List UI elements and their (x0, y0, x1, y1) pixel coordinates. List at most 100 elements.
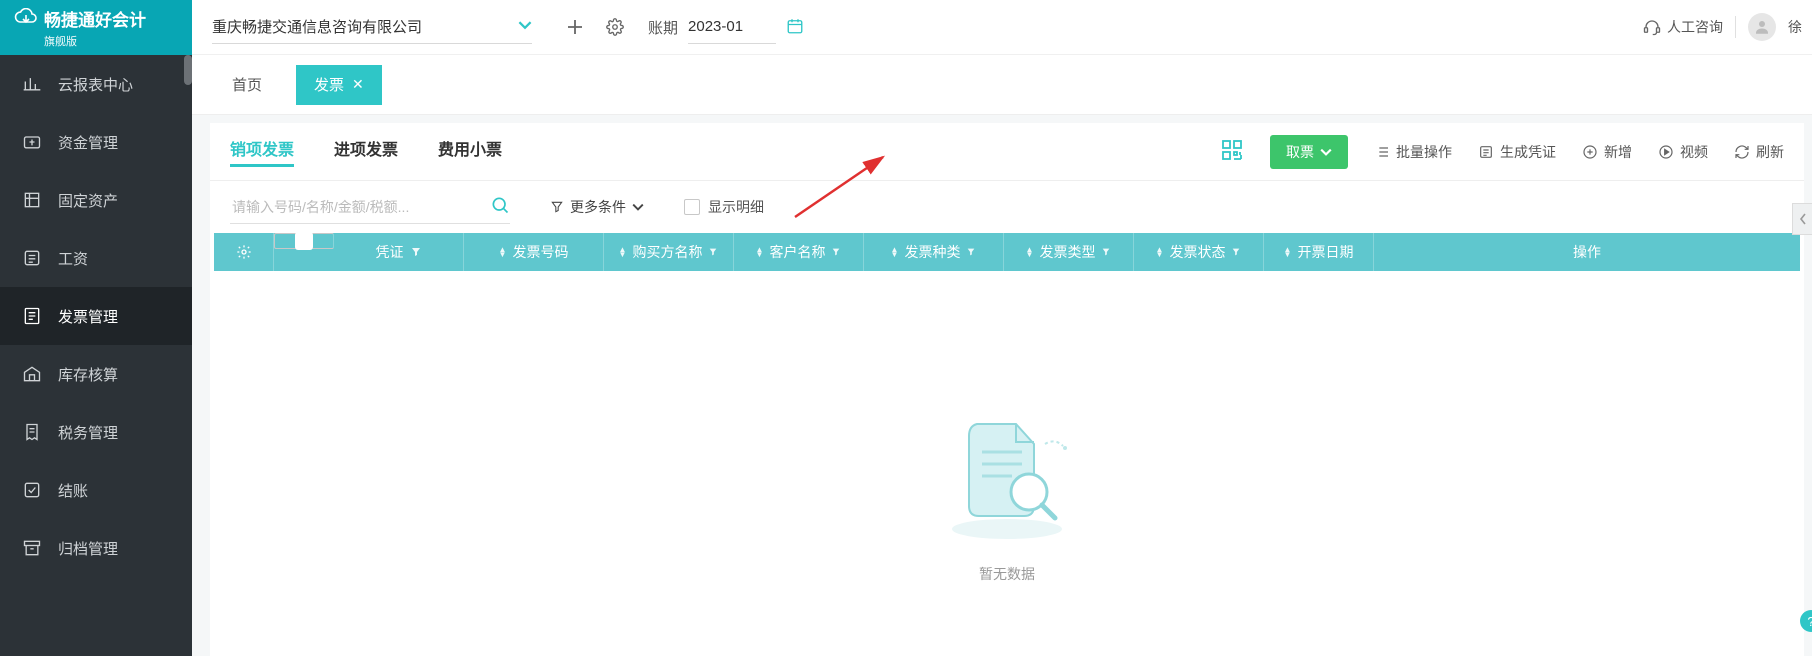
filter-icon (550, 200, 564, 214)
sidebar-item-fund[interactable]: 资金管理 (0, 113, 192, 171)
avatar[interactable] (1748, 13, 1776, 41)
sidebar: 云报表中心资金管理固定资产工资发票管理库存核算税务管理结账归档管理 (0, 55, 192, 656)
page-tab-home[interactable]: 首页 (214, 65, 280, 105)
right-drawer-handle[interactable] (1792, 203, 1812, 235)
col-operation: 操作 (1374, 233, 1800, 271)
invoice-tab-row: 销项发票 进项发票 费用小票 取票 批量操作 (210, 123, 1804, 181)
refresh-icon (1734, 144, 1750, 160)
list-icon (1374, 144, 1390, 160)
sort-icon: ▲▼ (1284, 247, 1292, 257)
sort-icon: ▲▼ (1026, 247, 1034, 257)
brand-edition: 旗舰版 (44, 33, 192, 49)
period-value[interactable]: 2023-01 (688, 10, 776, 44)
col-kind[interactable]: ▲▼ 发票种类 (864, 233, 1004, 271)
sort-icon: ▲▼ (891, 247, 899, 257)
company-selector[interactable]: 重庆畅捷交通信息咨询有限公司 (212, 10, 532, 44)
funnel-icon (1101, 247, 1111, 257)
sort-icon: ▲▼ (1156, 247, 1164, 257)
col-buyer[interactable]: ▲▼ 购买方名称 (604, 233, 734, 271)
voucher-icon (1478, 144, 1494, 160)
funnel-icon (831, 247, 841, 257)
plus-circle-icon (1582, 144, 1598, 160)
search-input[interactable] (230, 198, 490, 216)
batch-button[interactable]: 批量操作 (1374, 142, 1452, 162)
checkbox-icon (684, 199, 700, 215)
search-icon[interactable] (490, 195, 510, 218)
gen-voucher-button[interactable]: 生成凭证 (1478, 142, 1556, 162)
sidebar-item-label: 结账 (58, 480, 88, 501)
sidebar-item-label: 固定资产 (58, 190, 118, 211)
refresh-button[interactable]: 刷新 (1734, 142, 1784, 162)
select-all-checkbox[interactable] (274, 233, 334, 249)
divider (1735, 16, 1736, 38)
table-header: 凭证 ▲▼ 发票号码 ▲▼ 购买方名称 ▲▼ 客户名称 ▲▼ 发票种类 (214, 233, 1800, 271)
add-button[interactable]: 新增 (1582, 142, 1632, 162)
column-settings-button[interactable] (214, 233, 274, 271)
sidebar-item-label: 税务管理 (58, 422, 118, 443)
qr-scan-button[interactable] (1220, 138, 1244, 165)
col-customer[interactable]: ▲▼ 客户名称 (734, 233, 864, 271)
support-button[interactable]: 人工咨询 (1643, 17, 1723, 37)
col-date[interactable]: ▲▼ 开票日期 (1264, 233, 1374, 271)
fetch-invoice-button[interactable]: 取票 (1270, 135, 1348, 169)
funnel-icon (1231, 247, 1241, 257)
sidebar-item-asset[interactable]: 固定资产 (0, 171, 192, 229)
support-label: 人工咨询 (1667, 17, 1723, 37)
play-circle-icon (1658, 144, 1674, 160)
brand-area: 畅捷通好会计 旗舰版 (0, 0, 192, 55)
page-tab-label: 发票 (314, 74, 344, 95)
sidebar-item-label: 发票管理 (58, 306, 118, 327)
sidebar-scrollbar[interactable] (184, 55, 192, 85)
subtab-sales[interactable]: 销项发票 (230, 136, 294, 167)
chevron-down-icon (632, 201, 644, 213)
funnel-icon (410, 246, 422, 258)
sidebar-item-label: 归档管理 (58, 538, 118, 559)
top-header: 畅捷通好会计 旗舰版 重庆畅捷交通信息咨询有限公司 账期 2023-01 人工咨… (0, 0, 1812, 55)
chevron-down-icon (518, 18, 532, 36)
col-status[interactable]: ▲▼ 发票状态 (1134, 233, 1264, 271)
empty-text: 暂无数据 (979, 564, 1035, 584)
sidebar-item-salary[interactable]: 工资 (0, 229, 192, 287)
close-icon[interactable]: ✕ (352, 76, 364, 93)
sidebar-item-close[interactable]: 结账 (0, 461, 192, 519)
funnel-icon (966, 247, 976, 257)
calendar-icon[interactable] (786, 17, 804, 38)
period-label: 账期 (648, 17, 678, 38)
sidebar-item-label: 资金管理 (58, 132, 118, 153)
show-detail-checkbox[interactable]: 显示明细 (684, 197, 764, 217)
gear-icon (236, 244, 252, 260)
col-voucher[interactable]: 凭证 (334, 233, 464, 271)
subtab-purchase[interactable]: 进项发票 (334, 136, 398, 167)
sidebar-item-stock[interactable]: 库存核算 (0, 345, 192, 403)
sort-icon: ▲▼ (619, 247, 627, 257)
page-tab-invoice[interactable]: 发票 ✕ (296, 65, 382, 105)
sidebar-item-label: 库存核算 (58, 364, 118, 385)
more-filter-button[interactable]: 更多条件 (550, 197, 644, 217)
col-number[interactable]: ▲▼ 发票号码 (464, 233, 604, 271)
search-field[interactable] (230, 190, 510, 224)
empty-state: 暂无数据 (210, 271, 1804, 656)
chevron-down-icon (1320, 146, 1332, 158)
empty-illustration-icon (927, 404, 1087, 544)
brand-name: 畅捷通好会计 (44, 6, 146, 31)
add-company-button[interactable] (560, 12, 590, 42)
cloud-logo-icon (14, 8, 38, 28)
subtab-expense[interactable]: 费用小票 (438, 136, 502, 167)
headset-icon (1643, 18, 1661, 36)
main-area: 首页 发票 ✕ 销项发票 进项发票 费用小票 取票 (192, 55, 1812, 656)
sidebar-item-tax[interactable]: 税务管理 (0, 403, 192, 461)
sidebar-item-report[interactable]: 云报表中心 (0, 55, 192, 113)
sidebar-item-label: 工资 (58, 248, 88, 269)
sort-icon: ▲▼ (499, 247, 507, 257)
settings-button[interactable] (600, 12, 630, 42)
page-tab-bar: 首页 发票 ✕ (192, 55, 1812, 115)
sidebar-item-invoice[interactable]: 发票管理 (0, 287, 192, 345)
sidebar-item-label: 云报表中心 (58, 74, 133, 95)
sort-icon: ▲▼ (756, 247, 764, 257)
video-button[interactable]: 视频 (1658, 142, 1708, 162)
company-name: 重庆畅捷交通信息咨询有限公司 (212, 16, 422, 37)
col-type[interactable]: ▲▼ 发票类型 (1004, 233, 1134, 271)
content-panel: 销项发票 进项发票 费用小票 取票 批量操作 (210, 123, 1804, 656)
user-name[interactable]: 徐 (1788, 17, 1802, 37)
sidebar-item-archive[interactable]: 归档管理 (0, 519, 192, 577)
